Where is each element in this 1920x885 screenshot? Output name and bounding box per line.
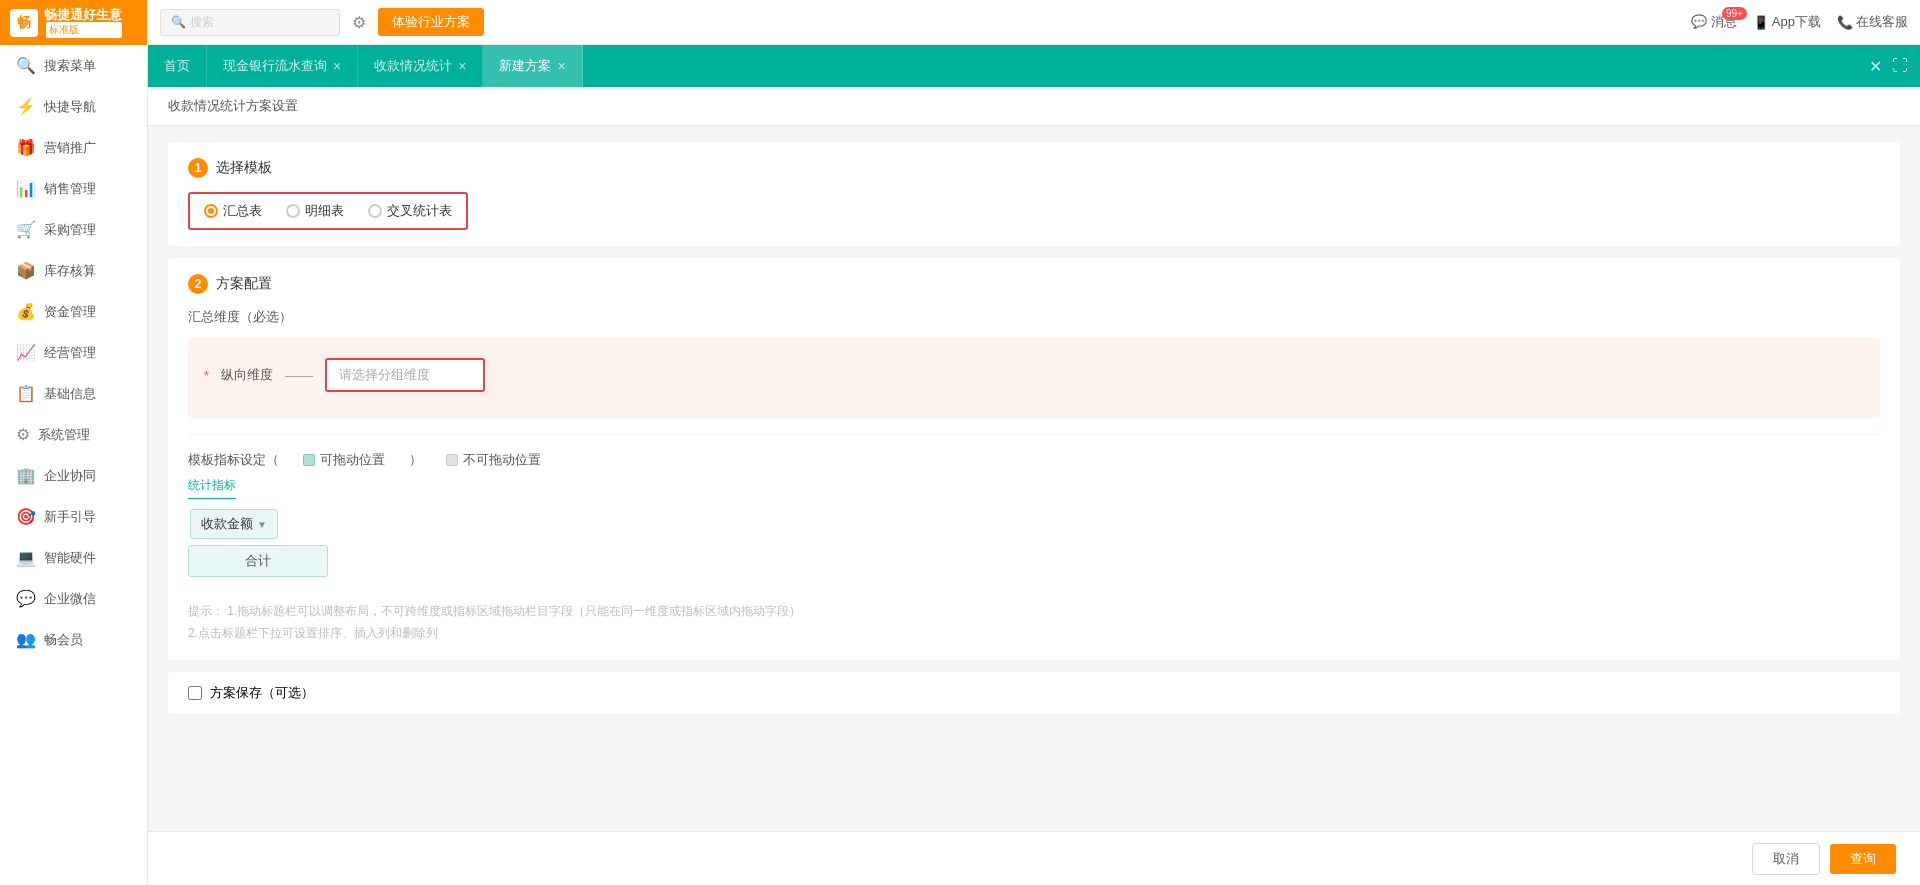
marketing-icon: 🎁: [16, 138, 36, 157]
radio-detail-circle: [286, 204, 300, 218]
finance-icon: 💰: [16, 302, 36, 321]
metric-dropdown-icon: ▼: [257, 519, 267, 530]
sidebar-item-marketing[interactable]: 🎁 营销推广: [0, 127, 147, 168]
metric-tag-receipt-amount[interactable]: 收款金额 ▼: [188, 507, 328, 541]
tab-bank-flow[interactable]: 现金银行流水查询 ×: [207, 45, 358, 87]
tab-expand-icon[interactable]: ⛶: [1892, 57, 1908, 75]
page-header: 收款情况统计方案设置: [148, 87, 1920, 126]
radio-detail[interactable]: 明细表: [286, 202, 344, 220]
legend-static-item: 不可拖动位置: [446, 451, 541, 469]
metric-total: 合计: [188, 545, 328, 577]
topbar-actions: 💬 消息 99+ 📱 App下载 📞 在线客服: [1691, 13, 1908, 31]
sidebar-item-purchase[interactable]: 🛒 采购管理: [0, 209, 147, 250]
cancel-button[interactable]: 取消: [1752, 843, 1820, 875]
sidebar-item-system[interactable]: ⚙ 系统管理: [0, 414, 147, 455]
sidebar-item-member[interactable]: 👥 畅会员: [0, 619, 147, 660]
dimension-area: * 纵向维度 —— 请选择分组维度: [188, 338, 1880, 418]
sidebar-item-hardware[interactable]: 💻 智能硬件: [0, 537, 147, 578]
search-menu-icon: 🔍: [16, 56, 36, 75]
sidebar-item-search-menu[interactable]: 🔍 搜索菜单: [0, 45, 147, 86]
metrics-group-label: 统计指标: [188, 477, 236, 499]
base-info-icon: 📋: [16, 384, 36, 403]
tab-close-all-icon[interactable]: ✕: [1869, 57, 1882, 76]
dimension-arrow-icon: ——: [285, 367, 313, 383]
dimension-select[interactable]: 请选择分组维度: [325, 358, 485, 392]
tab-home[interactable]: 首页: [148, 45, 207, 87]
legend-static-box: [446, 454, 458, 466]
query-button[interactable]: 查询: [1830, 844, 1896, 874]
sidebar-item-inventory[interactable]: 📦 库存核算: [0, 250, 147, 291]
footer: 取消 查询: [148, 831, 1920, 885]
tab-receipt-stats[interactable]: 收款情况统计 ×: [358, 45, 483, 87]
sidebar-item-operations[interactable]: 📈 经营管理: [0, 332, 147, 373]
section2-header: 2 方案配置: [188, 274, 1880, 294]
search-icon: 🔍: [171, 15, 186, 29]
metrics-table: 统计指标 收款金额 ▼ 合计: [188, 477, 328, 577]
required-star: *: [204, 368, 209, 383]
tabbar: 首页 现金银行流水查询 × 收款情况统计 × 新建方案 × ✕ ⛶: [148, 45, 1920, 87]
notification-btn[interactable]: 💬 消息 99+: [1691, 13, 1737, 31]
tab-receipt-stats-close[interactable]: ×: [458, 58, 466, 74]
metrics-section: 模板指标设定（ 可拖动位置 ） 不可拖动位置 统计指标: [188, 451, 1880, 577]
sidebar-nav: 🔍 搜索菜单 ⚡ 快捷导航 🎁 营销推广 📊 销售管理 🛒 采购管理 📦 库存核…: [0, 45, 147, 885]
sidebar-item-quick-nav[interactable]: ⚡ 快捷导航: [0, 86, 147, 127]
guide-icon: 🎯: [16, 507, 36, 526]
sidebar-logo: 畅 畅捷通好生意 标准版: [0, 0, 147, 45]
topbar-search[interactable]: 🔍 搜索: [160, 9, 340, 36]
dimension-row: * 纵向维度 —— 请选择分组维度: [204, 358, 1864, 392]
metric-tag-inner: 收款金额 ▼: [190, 509, 278, 539]
section-config: 2 方案配置 汇总维度（必选） * 纵向维度 —— 请选择分组维度: [168, 258, 1900, 660]
sidebar-item-wechat[interactable]: 💬 企业微信: [0, 578, 147, 619]
template-radio-group: 汇总表 明细表 交叉统计表: [188, 192, 468, 230]
main-area: 🔍 搜索 ⚙ 体验行业方案 💬 消息 99+ 📱 App下载 📞 在线客服 首页: [148, 0, 1920, 885]
wechat-icon: 💬: [16, 589, 36, 608]
save-section: 方案保存（可选）: [168, 672, 1900, 714]
download-btn[interactable]: 📱 App下载: [1753, 13, 1821, 31]
radio-summary-circle: [204, 204, 218, 218]
radio-cross[interactable]: 交叉统计表: [368, 202, 452, 220]
support-btn[interactable]: 📞 在线客服: [1837, 13, 1908, 31]
sidebar-item-base-info[interactable]: 📋 基础信息: [0, 373, 147, 414]
system-icon: ⚙: [16, 425, 30, 444]
tab-new-plan[interactable]: 新建方案 ×: [483, 45, 582, 87]
logo-icon: 畅: [10, 9, 38, 37]
tab-bank-flow-close[interactable]: ×: [333, 58, 341, 74]
sidebar: 畅 畅捷通好生意 标准版 🔍 搜索菜单 ⚡ 快捷导航 🎁 营销推广 📊 销售管理…: [0, 0, 148, 885]
sidebar-item-finance[interactable]: 💰 资金管理: [0, 291, 147, 332]
radio-summary[interactable]: 汇总表: [204, 202, 262, 220]
sales-icon: 📊: [16, 179, 36, 198]
form-body: 1 选择模板 汇总表 明细表 交叉统计表: [148, 126, 1920, 730]
metrics-header: 模板指标设定（ 可拖动位置 ） 不可拖动位置: [188, 451, 1880, 469]
member-icon: 👥: [16, 630, 36, 649]
hardware-icon: 💻: [16, 548, 36, 567]
logo-text: 畅捷通好生意 标准版: [44, 7, 122, 39]
gear-icon[interactable]: ⚙: [348, 9, 370, 36]
purchase-icon: 🛒: [16, 220, 36, 239]
tab-new-plan-close[interactable]: ×: [557, 58, 565, 74]
section-template: 1 选择模板 汇总表 明细表 交叉统计表: [168, 142, 1900, 246]
divider: [188, 434, 1880, 435]
sidebar-item-sales[interactable]: 📊 销售管理: [0, 168, 147, 209]
content-area: 收款情况统计方案设置 1 选择模板 汇总表 明细表: [148, 87, 1920, 831]
industry-btn[interactable]: 体验行业方案: [378, 8, 484, 36]
legend-draggable-box: [303, 454, 315, 466]
radio-cross-circle: [368, 204, 382, 218]
sidebar-item-guide[interactable]: 🎯 新手引导: [0, 496, 147, 537]
operations-icon: 📈: [16, 343, 36, 362]
inventory-icon: 📦: [16, 261, 36, 280]
topbar: 🔍 搜索 ⚙ 体验行业方案 💬 消息 99+ 📱 App下载 📞 在线客服: [148, 0, 1920, 45]
tips-section: 提示： 1.拖动标题栏可以调整布局，不可跨维度或指标区域拖动栏目字段（只能在同一…: [188, 601, 1880, 644]
notification-icon: 💬: [1691, 14, 1707, 29]
section1-header: 1 选择模板: [188, 158, 1880, 178]
tabbar-controls: ✕ ⛶: [1857, 45, 1920, 87]
download-icon: 📱: [1753, 15, 1769, 30]
enterprise-icon: 🏢: [16, 466, 36, 485]
save-checkbox[interactable]: [188, 686, 202, 700]
support-icon: 📞: [1837, 15, 1853, 30]
dimension-group-label: 汇总维度（必选）: [188, 308, 1880, 326]
quick-nav-icon: ⚡: [16, 97, 36, 116]
sidebar-item-enterprise[interactable]: 🏢 企业协同: [0, 455, 147, 496]
legend-draggable-item: 可拖动位置: [303, 451, 385, 469]
